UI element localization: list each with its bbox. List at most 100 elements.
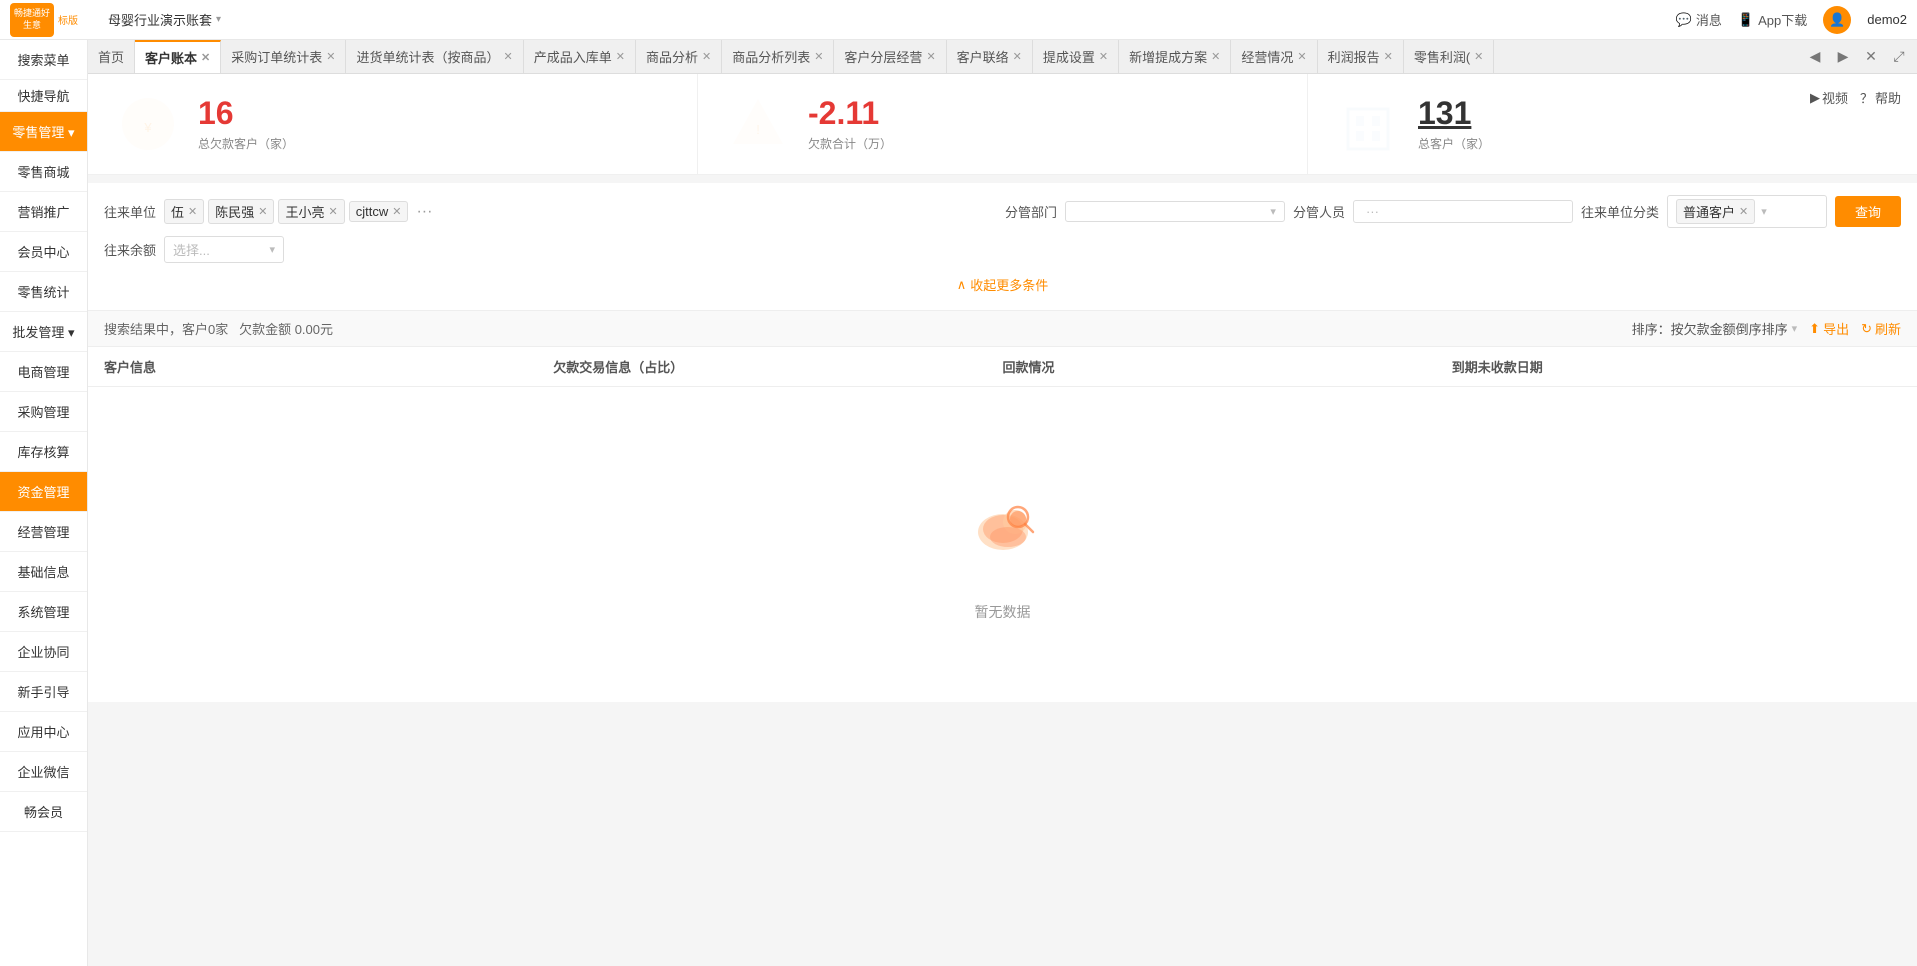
close-tab-customer-contact[interactable]: ✕ [1013,50,1022,63]
tab-product-analysis[interactable]: 商品分析 ✕ [636,40,722,74]
sidebar-item-enterprise[interactable]: 企业协同 [0,632,87,672]
avatar[interactable]: 👤 [1823,6,1851,34]
stat-value-debt: -2.11 [808,97,892,129]
sidebar-item-member[interactable]: 会员中心 [0,232,87,272]
sidebar: 搜索菜单 快捷导航 零售管理 ▾ 零售商城 营销推广 会员中心 零售统计 批发管… [0,40,88,966]
stat-text-total: 131 总客户（家） [1418,97,1490,152]
close-tab-inbound[interactable]: ✕ [504,50,513,63]
filter-tag-wu: 伍 ✕ [164,199,204,224]
tab-customer-contact[interactable]: 客户联络 ✕ [947,40,1033,74]
sidebar-item-ecommerce[interactable]: 电商管理 [0,352,87,392]
close-tab-purchase[interactable]: ✕ [326,50,335,63]
sidebar-item-basic[interactable]: 基础信息 [0,552,87,592]
store-selector[interactable]: 母婴行业演示账套 ▾ [108,10,221,29]
tab-operations-status[interactable]: 经营情况 ✕ [1231,40,1317,74]
sidebar-item-retail-mgmt[interactable]: 零售管理 ▾ [0,112,87,152]
filter-row-1: 往来单位 伍 ✕ 陈民强 ✕ 王小亮 ✕ [104,195,1901,228]
tab-product-analysis-list[interactable]: 商品分析列表 ✕ [722,40,834,74]
balance-arrow: ▾ [269,243,275,256]
close-tab-product-analysis[interactable]: ✕ [702,50,711,63]
close-tab-product-list[interactable]: ✕ [814,50,823,63]
filter-tag-cjttcw: cjttcw ✕ [349,201,409,222]
filter-area: 往来单位 伍 ✕ 陈民强 ✕ 王小亮 ✕ [88,183,1917,310]
tab-expand-button[interactable]: ⤢ [1887,45,1911,69]
sidebar-nav[interactable]: 快捷导航 [0,80,87,112]
filter-tag-wang: 王小亮 ✕ [278,199,344,224]
balance-select[interactable]: 选择... ▾ [164,236,284,263]
sidebar-item-corp-wechat[interactable]: 企业微信 [0,752,87,792]
tab-home[interactable]: 首页 [88,40,135,74]
tab-purchase-order-stats[interactable]: 采购订单统计表 ✕ [221,40,346,74]
tab-customer-layer[interactable]: 客户分层经营 ✕ [834,40,946,74]
sidebar-item-retail-shop[interactable]: 零售商城 [0,152,87,192]
stat-card-customers: ¥ 16 总欠款客户（家） [88,74,698,174]
dept-select-arrow: ▾ [1270,205,1276,218]
close-tab-promotion-settings[interactable]: ✕ [1099,50,1108,63]
tab-product-inbound[interactable]: 产成品入库单 ✕ [524,40,636,74]
person-select[interactable]: ··· [1353,200,1573,223]
sidebar-item-retail-stats[interactable]: 零售统计 [0,272,87,312]
remove-unit-class-tag[interactable]: ✕ [1739,205,1748,218]
collapse-icon: ∧ [957,277,967,293]
col-header-debt: 欠款交易信息（占比） [553,357,1002,376]
help-link[interactable]: ？ 帮助 [1860,88,1901,107]
sidebar-item-system[interactable]: 系统管理 [0,592,87,632]
tab-customer-account[interactable]: 客户账本 ✕ [135,40,221,74]
sidebar-item-finance[interactable]: 资金管理 [0,472,87,512]
sidebar-search[interactable]: 搜索菜单 [0,40,87,80]
filter-more-tags[interactable]: ··· [412,201,436,223]
tab-next-button[interactable]: ▶ [1831,45,1855,69]
sidebar-item-app-center[interactable]: 应用中心 [0,712,87,752]
help-icon: ？ [1860,88,1873,107]
tab-new-promotion[interactable]: 新增提成方案 ✕ [1119,40,1231,74]
export-button[interactable]: ⬆ 导出 [1809,319,1849,338]
sidebar-item-purchase[interactable]: 采购管理 [0,392,87,432]
top-bar: 畅捷通好生意 标版 母婴行业演示账套 ▾ 💬 消息 📱 App下载 👤 demo… [0,0,1917,40]
unit-class-select[interactable]: 普通客户 ✕ ▾ [1667,195,1827,228]
close-tab-customer-layer[interactable]: ✕ [926,50,935,63]
app-body: 搜索菜单 快捷导航 零售管理 ▾ 零售商城 营销推广 会员中心 零售统计 批发管… [0,40,1917,966]
empty-icon [953,467,1053,586]
store-arrow-icon: ▾ [216,14,221,25]
remove-tag-wu[interactable]: ✕ [188,205,197,218]
refresh-icon: ↻ [1861,321,1872,337]
video-link[interactable]: ▶ 视频 [1810,88,1848,107]
sidebar-item-newbie[interactable]: 新手引导 [0,672,87,712]
close-tab-retail-profit[interactable]: ✕ [1474,50,1483,63]
avatar-icon: 👤 [1829,12,1845,28]
close-tab-new-promotion[interactable]: ✕ [1211,50,1220,63]
remove-tag-wang[interactable]: ✕ [329,205,338,218]
sort-select[interactable]: 排序：按欠款金额倒序排序 ▾ [1632,319,1798,338]
close-tab-customer-account[interactable]: ✕ [201,51,210,64]
tab-prev-button[interactable]: ◀ [1803,45,1827,69]
sidebar-item-vip[interactable]: 畅会员 [0,792,87,832]
sidebar-item-marketing[interactable]: 营销推广 [0,192,87,232]
tab-close-all-button[interactable]: ✕ [1859,45,1883,69]
empty-text: 暂无数据 [975,602,1031,622]
tab-profit-report[interactable]: 利润报告 ✕ [1318,40,1404,74]
sidebar-item-inventory[interactable]: 库存核算 [0,432,87,472]
collapse-button[interactable]: ∧ 收起更多条件 [104,271,1901,298]
logo-icon: 畅捷通好生意 [10,3,54,37]
sidebar-item-wholesale[interactable]: 批发管理 ▾ [0,312,87,352]
remove-tag-cjttcw[interactable]: ✕ [392,205,401,218]
remove-tag-chen[interactable]: ✕ [258,205,267,218]
tab-promotion-settings[interactable]: 提成设置 ✕ [1033,40,1119,74]
message-button[interactable]: 💬 消息 [1676,10,1722,29]
app-download-button[interactable]: 📱 App下载 [1738,10,1807,29]
close-tab-profit-report[interactable]: ✕ [1384,50,1393,63]
col-header-customer: 客户信息 [104,357,553,376]
svg-text:¥: ¥ [143,120,152,135]
tab-retail-profit[interactable]: 零售利润( ✕ [1404,40,1495,74]
close-tab-product-inbound[interactable]: ✕ [616,50,625,63]
sidebar-item-operations[interactable]: 经营管理 [0,512,87,552]
close-tab-operations[interactable]: ✕ [1297,50,1306,63]
unit-class-tag: 普通客户 ✕ [1676,199,1755,224]
dept-select[interactable]: ▾ [1065,201,1285,222]
collapse-row: ∧ 收起更多条件 [104,271,1901,298]
refresh-button[interactable]: ↻ 刷新 [1861,319,1901,338]
stat-icon-debt: ! [728,94,788,154]
query-button[interactable]: 查询 [1835,196,1901,227]
tab-inbound-stats[interactable]: 进货单统计表（按商品） ✕ [346,40,523,74]
export-icon: ⬆ [1809,321,1820,337]
